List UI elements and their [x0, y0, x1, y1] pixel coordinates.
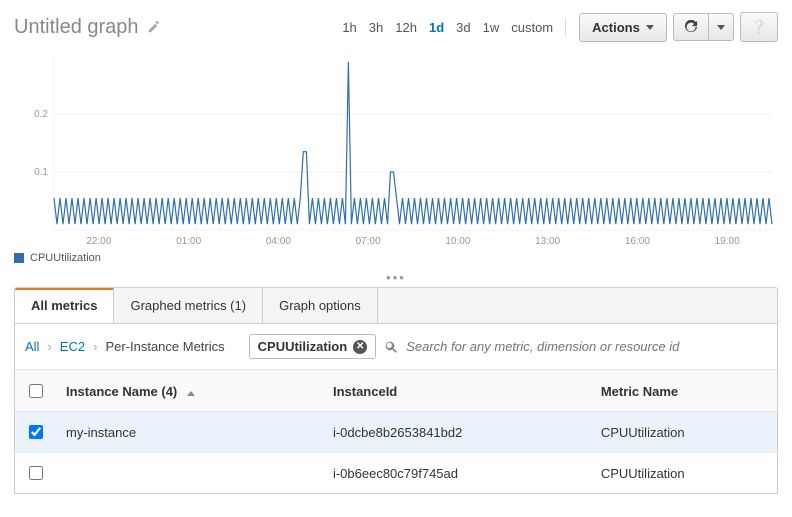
range-12h[interactable]: 12h	[391, 18, 421, 37]
time-range-selector: 1h 3h12h1d3d 1wcustom	[338, 18, 557, 37]
tab-2[interactable]: Graph options	[263, 288, 378, 323]
col-label: InstanceId	[333, 384, 397, 399]
cell-instance-name: my-instance	[56, 412, 323, 453]
chevron-right-icon: ›	[47, 339, 51, 354]
breadcrumb-current: Per-Instance Metrics	[105, 339, 224, 354]
breadcrumb-ec2[interactable]: EC2	[60, 339, 85, 354]
tabs: All metricsGraphed metrics (1)Graph opti…	[14, 287, 778, 324]
tab-0[interactable]: All metrics	[15, 287, 114, 323]
refresh-button[interactable]	[673, 13, 708, 41]
filter-pill: CPUUtilization ✕	[249, 334, 377, 359]
range-1h[interactable]: 1h	[338, 18, 360, 37]
row-checkbox[interactable]	[29, 466, 43, 480]
range-3d[interactable]: 3d	[452, 18, 474, 37]
range-custom[interactable]: custom	[507, 18, 557, 37]
tab-filler	[378, 288, 777, 323]
metric-chart[interactable]: 0.1 0.2 22:00 01:00 04:00 07:00 10:00 13:00 16:…	[14, 50, 778, 250]
svg-text:22:00: 22:00	[86, 236, 111, 247]
legend-label: CPUUtilization	[30, 252, 101, 264]
refresh-options-button[interactable]	[708, 13, 734, 41]
divider	[565, 18, 569, 36]
metrics-table: Instance Name (4) InstanceId Metric Name…	[15, 370, 777, 493]
range-3h[interactable]: 3h	[365, 18, 387, 37]
sort-asc-icon	[187, 391, 195, 396]
col-label: Instance Name (4)	[66, 384, 177, 399]
chart-legend: CPUUtilization	[14, 252, 778, 264]
title-area: Untitled graph	[14, 16, 161, 39]
svg-text:13:00: 13:00	[535, 236, 560, 247]
svg-text:19:00: 19:00	[715, 236, 740, 247]
chevron-right-icon: ›	[93, 339, 97, 354]
actions-button[interactable]: Actions	[579, 13, 667, 42]
actions-label: Actions	[592, 20, 640, 35]
filter-pill-label: CPUUtilization	[258, 339, 348, 354]
row-checkbox[interactable]	[29, 425, 43, 439]
refresh-split-button	[673, 13, 734, 41]
svg-text:01:00: 01:00	[176, 236, 201, 247]
select-all-checkbox[interactable]	[29, 384, 43, 398]
svg-text:10:00: 10:00	[445, 236, 470, 247]
svg-text:16:00: 16:00	[625, 236, 650, 247]
search-input[interactable]	[404, 338, 767, 355]
svg-text:0.1: 0.1	[34, 167, 48, 178]
col-metric-name[interactable]: Metric Name	[591, 371, 777, 412]
table-row[interactable]: my-instancei-0dcbe8b2653841bd2CPUUtiliza…	[15, 412, 777, 453]
help-icon: ❔	[751, 19, 767, 35]
help-button[interactable]: ❔	[740, 12, 778, 42]
select-all-header	[15, 371, 56, 412]
metric-search	[384, 338, 767, 355]
cell-instance-id: i-0b6eec80c79f745ad	[323, 453, 591, 494]
caret-down-icon	[717, 25, 725, 30]
tab-1[interactable]: Graphed metrics (1)	[114, 288, 263, 323]
pencil-icon[interactable]	[147, 20, 161, 34]
col-instance-name[interactable]: Instance Name (4)	[56, 371, 323, 412]
cell-instance-name	[56, 453, 323, 494]
svg-text:04:00: 04:00	[266, 236, 291, 247]
col-instance-id[interactable]: InstanceId	[323, 371, 591, 412]
graph-title: Untitled graph	[14, 16, 139, 39]
cell-instance-id: i-0dcbe8b2653841bd2	[323, 412, 591, 453]
refresh-icon	[684, 20, 698, 34]
caret-down-icon	[646, 25, 654, 30]
col-label: Metric Name	[601, 384, 678, 399]
cell-metric-name: CPUUtilization	[591, 453, 777, 494]
remove-filter-icon[interactable]: ✕	[353, 340, 367, 354]
range-1d[interactable]: 1d	[425, 18, 448, 37]
breadcrumb-all[interactable]: All	[25, 339, 39, 354]
range-1w[interactable]: 1w	[479, 18, 504, 37]
panel-resizer[interactable]: •••	[14, 270, 778, 285]
table-row[interactable]: i-0b6eec80c79f745adCPUUtilization	[15, 453, 777, 494]
legend-swatch	[14, 253, 24, 263]
cell-metric-name: CPUUtilization	[591, 412, 777, 453]
search-icon	[384, 340, 398, 354]
svg-text:0.2: 0.2	[34, 109, 48, 120]
svg-text:07:00: 07:00	[356, 236, 381, 247]
